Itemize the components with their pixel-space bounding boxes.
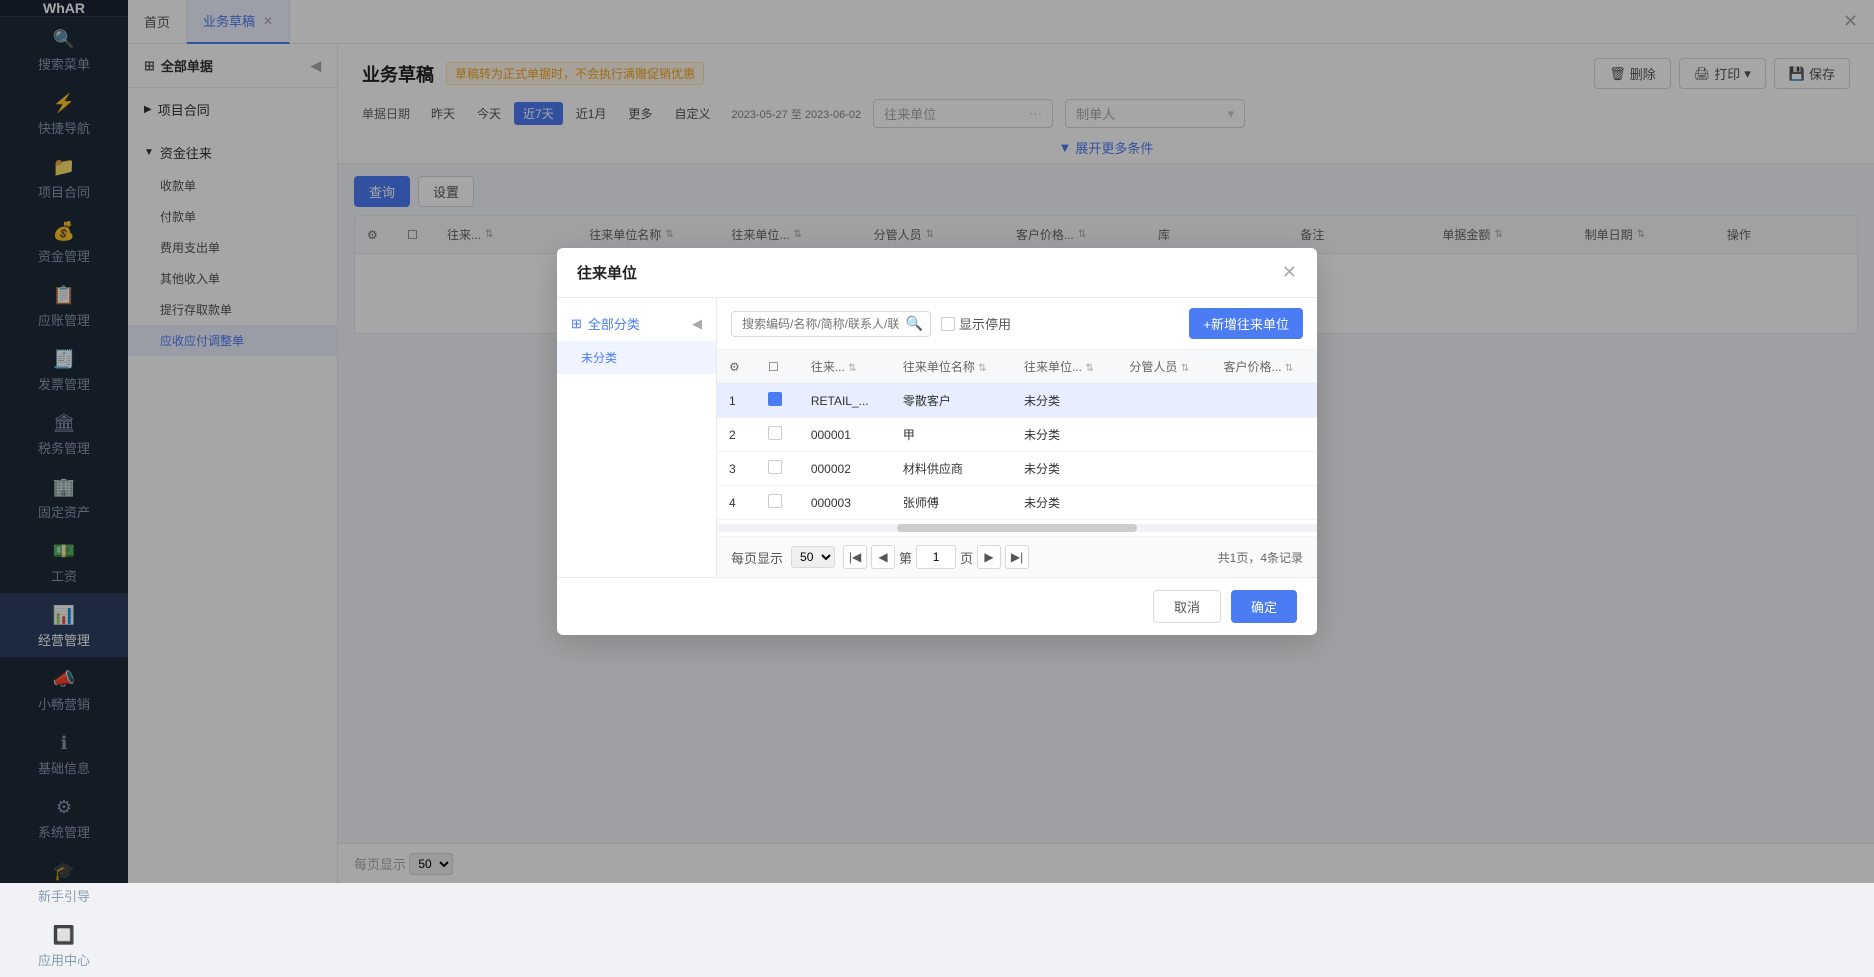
td-row-num: 2	[717, 418, 756, 452]
td-price	[1212, 486, 1317, 520]
td-code: 000001	[799, 418, 891, 452]
td-price	[1212, 452, 1317, 486]
td-name: 张师傅	[891, 486, 1012, 520]
td-manager	[1117, 452, 1211, 486]
search-input[interactable]	[731, 311, 931, 337]
th-modal-category: 往来单位... ⇅	[1012, 350, 1117, 384]
show-disabled-checkbox[interactable]: 显示停用	[941, 314, 1011, 333]
td-name: 零散客户	[891, 384, 1012, 418]
page-input[interactable]	[916, 545, 956, 569]
td-category: 未分类	[1012, 384, 1117, 418]
modal-right-panel: 🔍 显示停用 +新增往来单位 ⚙ ☐	[717, 298, 1317, 577]
modal-per-page-select[interactable]: 50	[791, 546, 835, 568]
modal-footer-bar: 每页显示 50 |◀ ◀ 第 页 ▶ ▶| 共1页，4条记录	[717, 536, 1317, 577]
next-page-btn[interactable]: ▶	[977, 545, 1001, 569]
horizontal-scrollbar[interactable]	[717, 524, 1317, 532]
scrollbar-thumb[interactable]	[897, 524, 1137, 532]
prev-page-btn[interactable]: ◀	[871, 545, 895, 569]
modal-dialog: 往来单位 ✕ ⊞ 全部分类 ◀ 未分类 🔍	[557, 248, 1317, 635]
td-row-num: 4	[717, 486, 756, 520]
th-modal-checkbox: ☐	[756, 350, 799, 384]
last-page-btn[interactable]: ▶|	[1005, 545, 1029, 569]
modal-body: ⊞ 全部分类 ◀ 未分类 🔍 显示停用	[557, 298, 1317, 577]
td-price	[1212, 418, 1317, 452]
modal-left-panel: ⊞ 全部分类 ◀ 未分类	[557, 298, 717, 577]
modal-left-header[interactable]: ⊞ 全部分类 ◀	[557, 306, 716, 341]
add-counterpart-btn[interactable]: +新增往来单位	[1189, 308, 1303, 339]
th-modal-manager: 分管人员 ⇅	[1117, 350, 1211, 384]
td-checkbox[interactable]	[756, 486, 799, 520]
td-code: RETAIL_...	[799, 384, 891, 418]
table-row[interactable]: 3 000002 材料供应商 未分类	[717, 452, 1317, 486]
sidebar-item-label: 应用中心	[38, 950, 90, 969]
confirm-button[interactable]: 确定	[1231, 590, 1297, 623]
sidebar-item-label: 新手引导	[38, 886, 90, 905]
th-modal-price: 客户价格... ⇅	[1212, 350, 1317, 384]
td-price	[1212, 384, 1317, 418]
sidebar-item-appstore[interactable]: 🔲 应用中心	[0, 913, 128, 977]
td-category: 未分类	[1012, 452, 1117, 486]
td-manager	[1117, 486, 1211, 520]
first-page-btn[interactable]: |◀	[843, 545, 867, 569]
modal-overlay[interactable]: 往来单位 ✕ ⊞ 全部分类 ◀ 未分类 🔍	[0, 0, 1874, 883]
td-row-num: 1	[717, 384, 756, 418]
modal-table: ⚙ ☐ 往来... ⇅ 往来单位名称 ⇅ 往来单位... ⇅ 分管人员 ⇅ 客户…	[717, 350, 1317, 520]
modal-toolbar: 🔍 显示停用 +新增往来单位	[717, 298, 1317, 350]
panel-collapse-icon[interactable]: ◀	[692, 316, 702, 332]
modal-left-item-unclassified[interactable]: 未分类	[557, 341, 716, 374]
th-modal-settings: ⚙	[717, 350, 756, 384]
th-modal-name: 往来单位名称 ⇅	[891, 350, 1012, 384]
td-name: 材料供应商	[891, 452, 1012, 486]
grid-icon2: ⊞	[571, 316, 582, 332]
td-category: 未分类	[1012, 486, 1117, 520]
td-category: 未分类	[1012, 418, 1117, 452]
table-row[interactable]: 2 000001 甲 未分类	[717, 418, 1317, 452]
td-code: 000003	[799, 486, 891, 520]
td-checkbox[interactable]	[756, 384, 799, 418]
search-wrap: 🔍	[731, 311, 931, 337]
page-total: 共1页，4条记录	[1218, 549, 1303, 566]
modal-actions: 取消 确定	[557, 577, 1317, 635]
td-manager	[1117, 418, 1211, 452]
td-checkbox[interactable]	[756, 452, 799, 486]
th-modal-code: 往来... ⇅	[799, 350, 891, 384]
td-manager	[1117, 384, 1211, 418]
search-icon: 🔍	[906, 315, 923, 332]
appstore-icon: 🔲	[53, 925, 75, 946]
td-code: 000002	[799, 452, 891, 486]
modal-header: 往来单位 ✕	[557, 248, 1317, 298]
cancel-button[interactable]: 取消	[1153, 590, 1221, 623]
table-row[interactable]: 4 000003 张师傅 未分类	[717, 486, 1317, 520]
modal-close-btn[interactable]: ✕	[1282, 262, 1297, 283]
td-checkbox[interactable]	[756, 418, 799, 452]
disabled-checkbox[interactable]	[941, 317, 955, 331]
td-row-num: 3	[717, 452, 756, 486]
modal-title: 往来单位	[577, 262, 637, 283]
td-name: 甲	[891, 418, 1012, 452]
pagination: |◀ ◀ 第 页 ▶ ▶|	[843, 545, 1029, 569]
table-row[interactable]: 1 RETAIL_... 零散客户 未分类	[717, 384, 1317, 418]
